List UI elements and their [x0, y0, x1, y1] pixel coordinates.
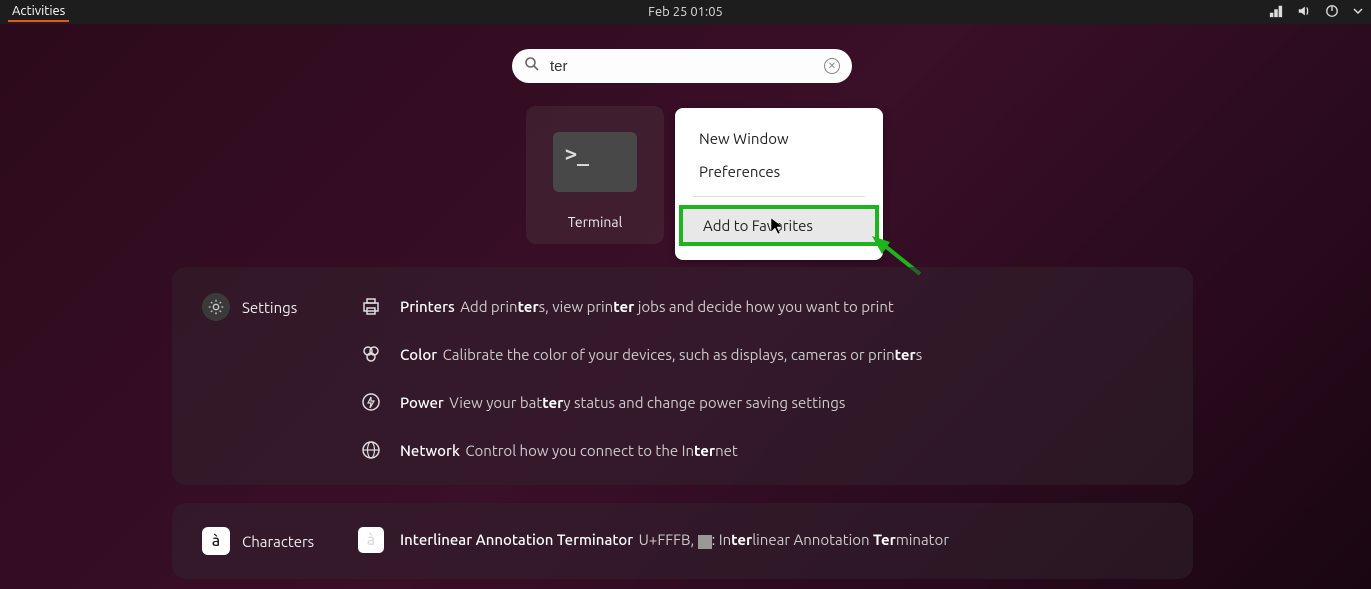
globe-icon — [358, 437, 384, 463]
search-input[interactable] — [550, 58, 814, 75]
characters-results-panel: à Characters à Interlinear Annotation Te… — [172, 503, 1193, 579]
settings-result-printers[interactable]: Printers Add printers, view printer jobs… — [358, 293, 1163, 319]
characters-result-item[interactable]: à Interlinear Annotation Terminator U+FF… — [358, 527, 1163, 553]
settings-heading[interactable]: Settings — [202, 293, 358, 321]
menu-separator — [693, 196, 865, 197]
search-bar: ✕ — [512, 49, 852, 83]
clock[interactable]: Feb 25 01:05 — [648, 5, 723, 19]
settings-results-panel: Settings Printers Add printers, view pri… — [172, 267, 1193, 485]
terminal-app-tile[interactable]: >_ Terminal — [526, 106, 664, 244]
power-result-icon — [358, 389, 384, 415]
chevron-down-icon[interactable] — [1353, 5, 1363, 19]
menu-new-window[interactable]: New Window — [675, 122, 883, 155]
app-context-menu: New Window Preferences Add to Favorites — [675, 108, 883, 260]
volume-icon[interactable] — [1297, 4, 1311, 21]
color-icon — [358, 341, 384, 367]
activities-button[interactable]: Activities — [8, 2, 69, 22]
search-icon — [524, 56, 540, 76]
terminal-app-label: Terminal — [568, 214, 623, 230]
characters-heading-label: Characters — [242, 533, 314, 550]
settings-result-color[interactable]: Color Calibrate the color of your device… — [358, 341, 1163, 367]
settings-result-power[interactable]: Power View your battery status and chang… — [358, 389, 1163, 415]
clear-search-button[interactable]: ✕ — [824, 58, 840, 74]
terminal-icon: >_ — [553, 132, 637, 192]
menu-preferences[interactable]: Preferences — [675, 155, 883, 188]
power-icon[interactable] — [1325, 4, 1339, 21]
characters-app-icon: à — [202, 527, 230, 555]
top-bar: Activities Feb 25 01:05 — [0, 0, 1371, 24]
menu-add-to-favorites[interactable]: Add to Favorites — [679, 205, 879, 246]
settings-heading-label: Settings — [242, 299, 297, 316]
printer-icon — [358, 293, 384, 319]
glyph-placeholder-icon — [698, 535, 712, 549]
network-icon[interactable] — [1269, 4, 1283, 21]
gear-icon — [202, 293, 230, 321]
character-glyph-icon: à — [358, 527, 384, 553]
characters-heading[interactable]: à Characters — [202, 527, 358, 555]
settings-result-network[interactable]: Network Control how you connect to the I… — [358, 437, 1163, 463]
